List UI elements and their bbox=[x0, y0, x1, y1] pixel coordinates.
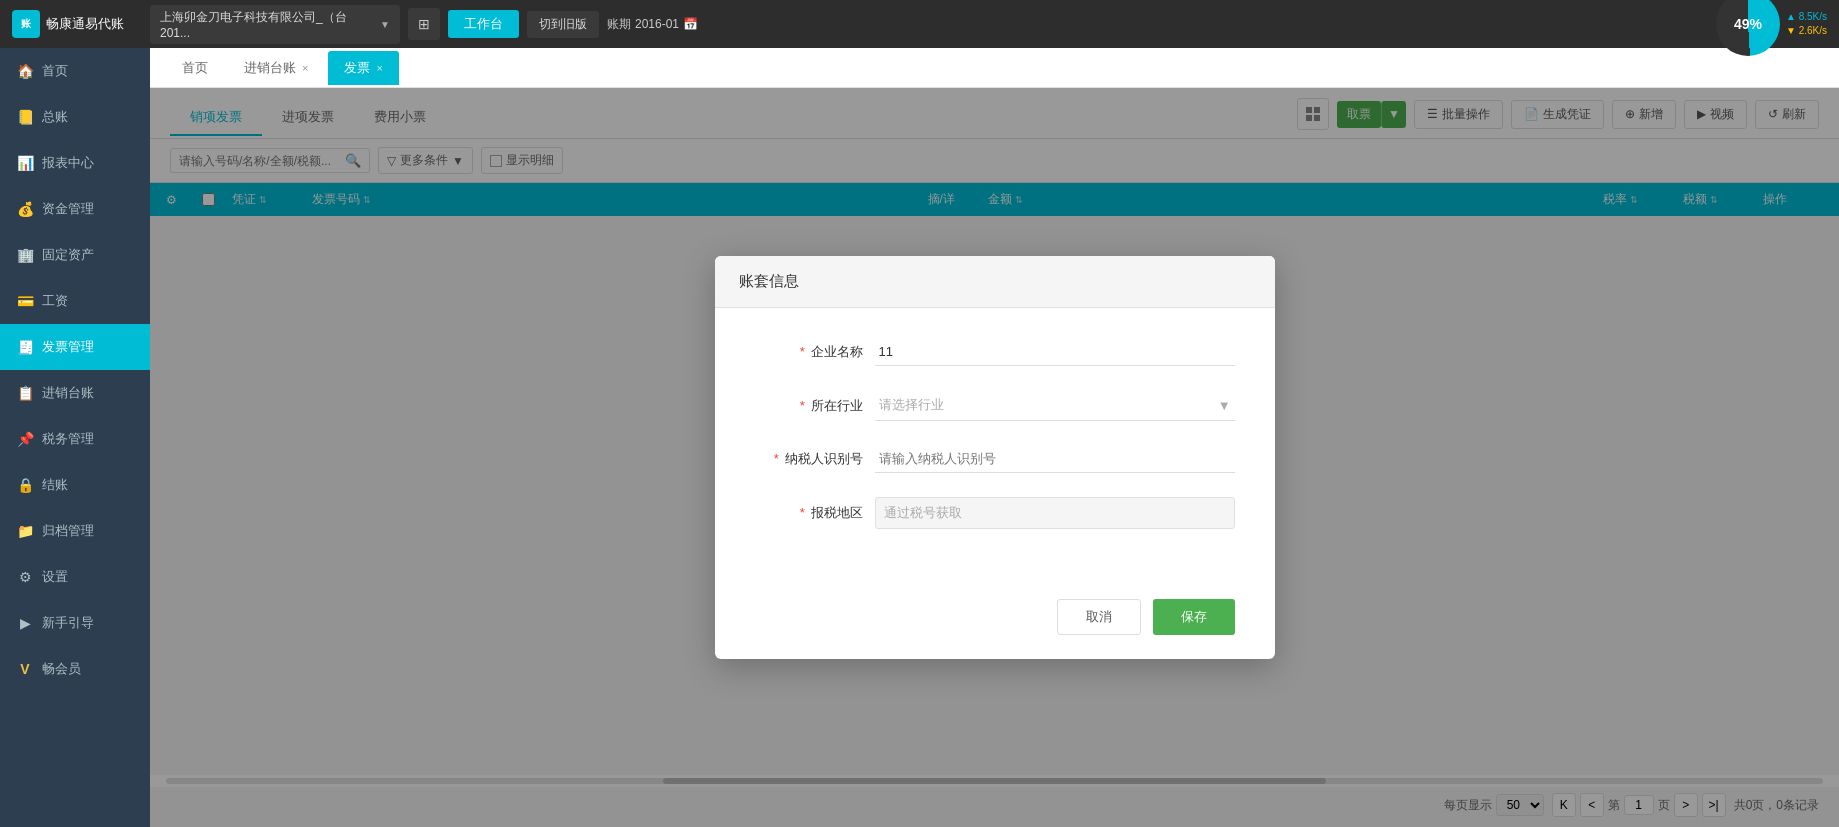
sidebar-item-purchase[interactable]: 📋 进销台账 bbox=[0, 370, 150, 416]
old-version-button[interactable]: 切到旧版 bbox=[527, 11, 599, 38]
input-tax-id[interactable] bbox=[875, 445, 1235, 473]
sidebar-label-closing: 结账 bbox=[42, 476, 68, 494]
period-display: 账期 2016-01 📅 bbox=[607, 16, 698, 33]
sidebar-label-home: 首页 bbox=[42, 62, 68, 80]
speed-nums: ▲ 8.5K/s ▼ 2.6K/s bbox=[1786, 10, 1827, 38]
sidebar-item-reports[interactable]: 📊 报表中心 bbox=[0, 140, 150, 186]
form-row-taxregion: * 报税地区 通过税号获取 bbox=[755, 497, 1235, 529]
modal-body: * 企业名称 * 所在行业 请选择行业 bbox=[715, 308, 1275, 583]
sidebar-label-invoice: 发票管理 bbox=[42, 338, 94, 356]
input-company-name[interactable] bbox=[875, 338, 1235, 366]
modal-footer: 取消 保存 bbox=[715, 583, 1275, 659]
topbar-right: 49% ▲ 8.5K/s ▼ 2.6K/s bbox=[1716, 0, 1827, 56]
member-icon: V bbox=[16, 660, 34, 678]
sidebar-item-member[interactable]: V 畅会员 bbox=[0, 646, 150, 692]
archive-icon: 📁 bbox=[16, 522, 34, 540]
workbench-button[interactable]: 工作台 bbox=[448, 10, 519, 38]
sidebar-label-funds: 资金管理 bbox=[42, 200, 94, 218]
sidebar-item-closing[interactable]: 🔒 结账 bbox=[0, 462, 150, 508]
sidebar-item-ledger[interactable]: 📒 总账 bbox=[0, 94, 150, 140]
sidebar-item-funds[interactable]: 💰 资金管理 bbox=[0, 186, 150, 232]
sidebar-item-tax[interactable]: 📌 税务管理 bbox=[0, 416, 150, 462]
select-industry[interactable]: 请选择行业 ▼ bbox=[875, 390, 1235, 421]
home-icon: 🏠 bbox=[16, 62, 34, 80]
reports-icon: 📊 bbox=[16, 154, 34, 172]
tax-icon: 📌 bbox=[16, 430, 34, 448]
form-row-industry: * 所在行业 请选择行业 ▼ bbox=[755, 390, 1235, 421]
speed-circle: 49% bbox=[1716, 0, 1780, 56]
company-selector[interactable]: 上海卯金刀电子科技有限公司_（台201... ▼ bbox=[150, 5, 400, 44]
speed-indicator: 49% ▲ 8.5K/s ▼ 2.6K/s bbox=[1716, 0, 1827, 56]
tab-purchase[interactable]: 进销台账 × bbox=[228, 51, 324, 85]
calendar-icon[interactable]: 📅 bbox=[683, 17, 698, 31]
assets-icon: 🏢 bbox=[16, 246, 34, 264]
logo-icon: 账 bbox=[12, 10, 40, 38]
sidebar-label-member: 畅会员 bbox=[42, 660, 81, 678]
ledger-icon: 📒 bbox=[16, 108, 34, 126]
speed-up: ▲ 8.5K/s bbox=[1786, 10, 1827, 24]
main-area: 首页 进销台账 × 发票 × 销项发票 进项发票 费用小 bbox=[150, 48, 1839, 827]
modal-overlay: 账套信息 * 企业名称 bbox=[150, 88, 1839, 827]
salary-icon: 💳 bbox=[16, 292, 34, 310]
save-button[interactable]: 保存 bbox=[1153, 599, 1235, 635]
sidebar-item-guide[interactable]: ▶ 新手引导 bbox=[0, 600, 150, 646]
tab-home[interactable]: 首页 bbox=[166, 51, 224, 85]
settings-icon: ⚙ bbox=[16, 568, 34, 586]
sidebar: 🏠 首页 📒 总账 📊 报表中心 💰 资金管理 🏢 固定资产 💳 工资 🧾 发票… bbox=[0, 48, 150, 827]
label-taxregion: * 报税地区 bbox=[755, 504, 875, 522]
sidebar-label-settings: 设置 bbox=[42, 568, 68, 586]
sidebar-label-salary: 工资 bbox=[42, 292, 68, 310]
sidebar-item-home[interactable]: 🏠 首页 bbox=[0, 48, 150, 94]
dropdown-chevron-icon: ▼ bbox=[1218, 398, 1231, 413]
form-row-company: * 企业名称 bbox=[755, 338, 1235, 366]
tabbar: 首页 进销台账 × 发票 × bbox=[150, 48, 1839, 88]
app-logo: 账 畅康通易代账 bbox=[12, 10, 142, 38]
sidebar-label-reports: 报表中心 bbox=[42, 154, 94, 172]
cancel-button[interactable]: 取消 bbox=[1057, 599, 1141, 635]
sidebar-item-archive[interactable]: 📁 归档管理 bbox=[0, 508, 150, 554]
tab-invoice[interactable]: 发票 × bbox=[328, 51, 398, 85]
sidebar-label-guide: 新手引导 bbox=[42, 614, 94, 632]
guide-icon: ▶ bbox=[16, 614, 34, 632]
sidebar-label-ledger: 总账 bbox=[42, 108, 68, 126]
sidebar-label-purchase: 进销台账 bbox=[42, 384, 94, 402]
sidebar-label-assets: 固定资产 bbox=[42, 246, 94, 264]
company-dropdown-arrow: ▼ bbox=[380, 19, 390, 30]
sidebar-item-settings[interactable]: ⚙ 设置 bbox=[0, 554, 150, 600]
copy-icon-btn[interactable]: ⊞ bbox=[408, 8, 440, 40]
modal: 账套信息 * 企业名称 bbox=[715, 256, 1275, 659]
funds-icon: 💰 bbox=[16, 200, 34, 218]
tax-region-disabled: 通过税号获取 bbox=[875, 497, 1235, 529]
sidebar-item-assets[interactable]: 🏢 固定资产 bbox=[0, 232, 150, 278]
company-name: 上海卯金刀电子科技有限公司_（台201... bbox=[160, 9, 376, 40]
speed-down: ▼ 2.6K/s bbox=[1786, 24, 1827, 38]
content-area: 销项发票 进项发票 费用小票 取票 ▼ bbox=[150, 88, 1839, 827]
app-title: 畅康通易代账 bbox=[46, 15, 124, 33]
purchase-icon: 📋 bbox=[16, 384, 34, 402]
sidebar-item-salary[interactable]: 💳 工资 bbox=[0, 278, 150, 324]
layout: 🏠 首页 📒 总账 📊 报表中心 💰 资金管理 🏢 固定资产 💳 工资 🧾 发票… bbox=[0, 48, 1839, 827]
label-company: * 企业名称 bbox=[755, 343, 875, 361]
industry-placeholder: 请选择行业 bbox=[879, 396, 944, 414]
sidebar-item-invoice[interactable]: 🧾 发票管理 bbox=[0, 324, 150, 370]
label-industry: * 所在行业 bbox=[755, 397, 875, 415]
label-taxid: * 纳税人识别号 bbox=[755, 450, 875, 468]
tab-purchase-close[interactable]: × bbox=[302, 62, 308, 74]
sidebar-label-archive: 归档管理 bbox=[42, 522, 94, 540]
closing-icon: 🔒 bbox=[16, 476, 34, 494]
modal-header: 账套信息 bbox=[715, 256, 1275, 308]
modal-title: 账套信息 bbox=[739, 272, 799, 289]
sidebar-label-tax: 税务管理 bbox=[42, 430, 94, 448]
invoice-icon: 🧾 bbox=[16, 338, 34, 356]
tab-invoice-close[interactable]: × bbox=[376, 62, 382, 74]
form-row-taxid: * 纳税人识别号 bbox=[755, 445, 1235, 473]
topbar: 账 畅康通易代账 上海卯金刀电子科技有限公司_（台201... ▼ ⊞ 工作台 … bbox=[0, 0, 1839, 48]
